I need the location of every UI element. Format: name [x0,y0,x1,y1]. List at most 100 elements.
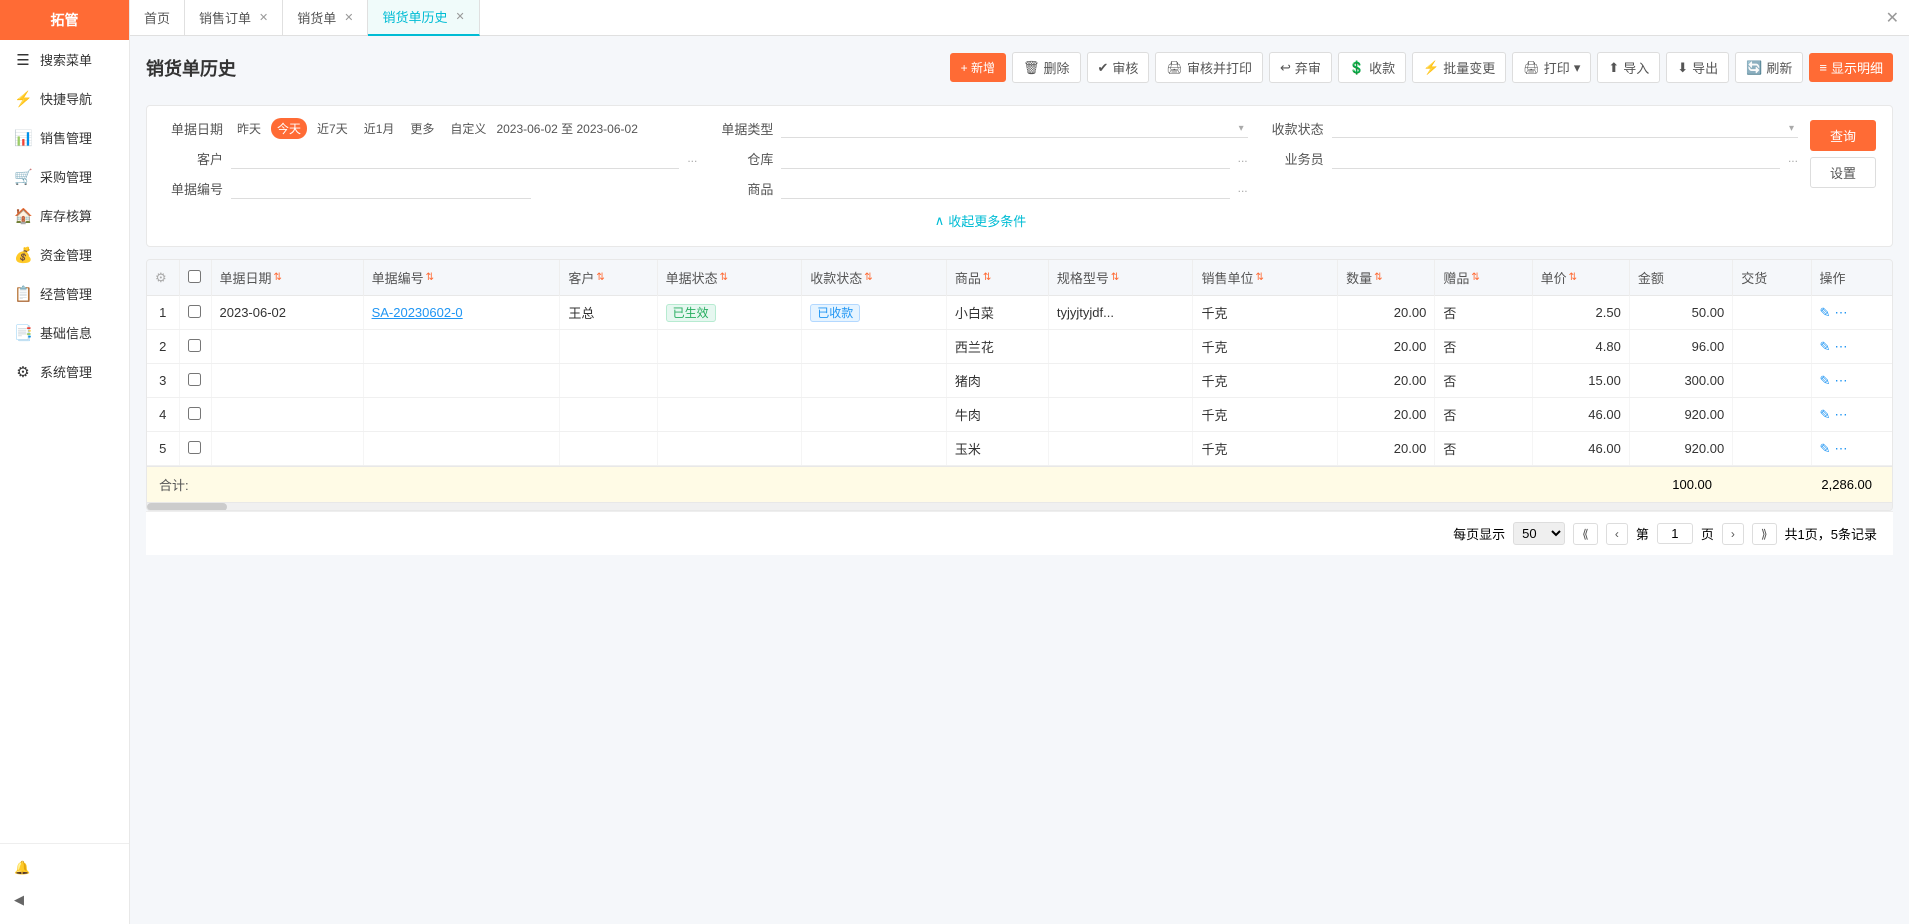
query-button[interactable]: 查询 [1810,120,1876,151]
tab-close-sales-goods[interactable]: ✕ [344,11,353,24]
cell-doc-no-4[interactable] [363,432,560,466]
sidebar-item-sales-mgmt[interactable]: 📊 销售管理 [0,118,129,157]
tab-close-sales-history[interactable]: ✕ [456,10,465,23]
cell-checkbox-3[interactable] [179,398,211,432]
batch-change-button[interactable]: ⚡ 批量变更 [1412,52,1506,83]
display-detail-button[interactable]: ≡ 显示明细 [1809,53,1893,82]
page-prev-button[interactable]: ‹ [1606,523,1628,545]
action-more-3[interactable]: ⋯ [1834,407,1847,422]
tab-home[interactable]: 首页 [130,0,185,36]
action-edit-2[interactable]: ✎ [1820,373,1831,388]
sidebar-settings-button[interactable]: 🔔 [0,852,129,884]
sidebar-collapse-button[interactable]: ◀ [0,884,129,916]
salesperson-picker-icon[interactable]: ... [1788,151,1798,165]
new-button[interactable]: + 新增 [950,53,1006,82]
tab-sales-order[interactable]: 销售订单 ✕ [185,0,283,36]
column-settings-icon[interactable]: ⚙ [155,270,167,285]
cell-doc-no-1[interactable] [363,330,560,364]
tab-sales-goods[interactable]: 销货单 ✕ [283,0,368,36]
cell-checkbox-1[interactable] [179,330,211,364]
th-date[interactable]: 单据日期 ⇅ [211,260,363,296]
filter-collection-status-select[interactable]: ▾ [1332,120,1798,138]
action-more-4[interactable]: ⋯ [1834,441,1847,456]
th-checkbox[interactable] [179,260,211,296]
audit-print-button[interactable]: 🖨 审核并打印 [1155,52,1263,83]
th-spec-type[interactable]: 规格型号 ⇅ [1048,260,1193,296]
import-button[interactable]: ⬆ 导入 [1597,52,1660,83]
filter-doc-type-select[interactable]: ▾ [781,120,1247,138]
sidebar-item-finance-mgmt[interactable]: 💰 资金管理 [0,235,129,274]
table-scrollbar[interactable] [147,502,1892,510]
filter-goods-input[interactable] [781,177,1229,199]
filter-customer-input[interactable] [231,147,679,169]
warehouse-picker-icon[interactable]: ... [1238,151,1248,165]
filter-salesperson-input[interactable] [1332,147,1780,169]
filter-doc-no-input[interactable] [231,177,531,199]
customer-picker-icon[interactable]: ... [687,151,697,165]
action-edit-4[interactable]: ✎ [1820,441,1831,456]
row-checkbox-3[interactable] [188,407,201,420]
action-more-1[interactable]: ⋯ [1834,339,1847,354]
th-quantity[interactable]: 数量 ⇅ [1338,260,1435,296]
sidebar-item-search-menu[interactable]: ☰ 搜索菜单 [0,40,129,79]
per-page-select[interactable]: 102050100 [1513,522,1565,545]
cell-doc-no-0[interactable]: SA-20230602-0 [363,296,560,330]
date-tag-more[interactable]: 更多 [404,118,440,139]
action-edit-1[interactable]: ✎ [1820,339,1831,354]
sidebar-item-basic-info[interactable]: 📑 基础信息 [0,313,129,352]
cell-checkbox-4[interactable] [179,432,211,466]
date-tag-last7days[interactable]: 近7天 [311,118,354,139]
filter-collapse-button[interactable]: ∧ 收起更多条件 [163,207,1798,234]
cell-checkbox-2[interactable] [179,364,211,398]
row-checkbox-2[interactable] [188,373,201,386]
row-checkbox-4[interactable] [188,441,201,454]
page-next-button[interactable]: › [1722,523,1744,545]
cell-doc-no-2[interactable] [363,364,560,398]
date-tag-last1month[interactable]: 近1月 [358,118,401,139]
action-more-2[interactable]: ⋯ [1834,373,1847,388]
th-doc-no[interactable]: 单据编号 ⇅ [363,260,560,296]
cell-checkbox-0[interactable] [179,296,211,330]
th-goods[interactable]: 商品 ⇅ [946,260,1048,296]
filter-settings-button[interactable]: 设置 [1810,157,1876,188]
abandon-button[interactable]: ↩ 弃审 [1269,52,1332,83]
cell-action-3[interactable]: ✎⋯ [1811,398,1892,432]
date-tag-today[interactable]: 今天 [271,118,307,139]
audit-button[interactable]: ✔ 审核 [1087,52,1150,83]
sidebar-item-quick-nav[interactable]: ⚡ 快捷导航 [0,79,129,118]
cell-action-0[interactable]: ✎⋯ [1811,296,1892,330]
tab-sales-history[interactable]: 销货单历史 ✕ [368,0,479,36]
select-all-checkbox[interactable] [188,270,201,283]
export-button[interactable]: ⬇ 导出 [1666,52,1729,83]
th-collection-status[interactable]: 收款状态 ⇅ [802,260,947,296]
tab-close-sales-order[interactable]: ✕ [259,11,268,24]
action-edit-3[interactable]: ✎ [1820,407,1831,422]
th-doc-status[interactable]: 单据状态 ⇅ [657,260,802,296]
sidebar-item-system-mgmt[interactable]: ⚙ 系统管理 [0,352,129,391]
action-edit-0[interactable]: ✎ [1820,305,1831,320]
refresh-button[interactable]: 🔄 刷新 [1735,52,1803,83]
th-settings[interactable]: ⚙ [147,260,179,296]
action-more-0[interactable]: ⋯ [1834,305,1847,320]
tab-bar-close[interactable]: ✕ [1886,8,1909,28]
date-tag-yesterday[interactable]: 昨天 [231,118,267,139]
table-scrollbar-thumb[interactable] [147,503,227,511]
cell-doc-no-3[interactable] [363,398,560,432]
th-customer[interactable]: 客户 ⇅ [560,260,657,296]
page-last-button[interactable]: ⟫ [1752,523,1777,545]
filter-warehouse-input[interactable] [781,147,1229,169]
cell-action-4[interactable]: ✎⋯ [1811,432,1892,466]
page-first-button[interactable]: ⟪ [1573,523,1598,545]
th-sales-unit[interactable]: 销售单位 ⇅ [1193,260,1338,296]
cell-action-2[interactable]: ✎⋯ [1811,364,1892,398]
sidebar-item-inventory[interactable]: 🏠 库存核算 [0,196,129,235]
print-button[interactable]: 🖨 打印 ▾ [1512,52,1591,83]
row-checkbox-1[interactable] [188,339,201,352]
delete-button[interactable]: 🗑 删除 [1012,52,1081,83]
th-unit-price[interactable]: 单价 ⇅ [1532,260,1629,296]
th-gift[interactable]: 赠品 ⇅ [1435,260,1532,296]
date-tag-custom[interactable]: 自定义 [444,118,492,139]
page-input[interactable] [1657,523,1693,544]
goods-picker-icon[interactable]: ... [1238,181,1248,195]
doc-no-link-0[interactable]: SA-20230602-0 [372,305,463,320]
